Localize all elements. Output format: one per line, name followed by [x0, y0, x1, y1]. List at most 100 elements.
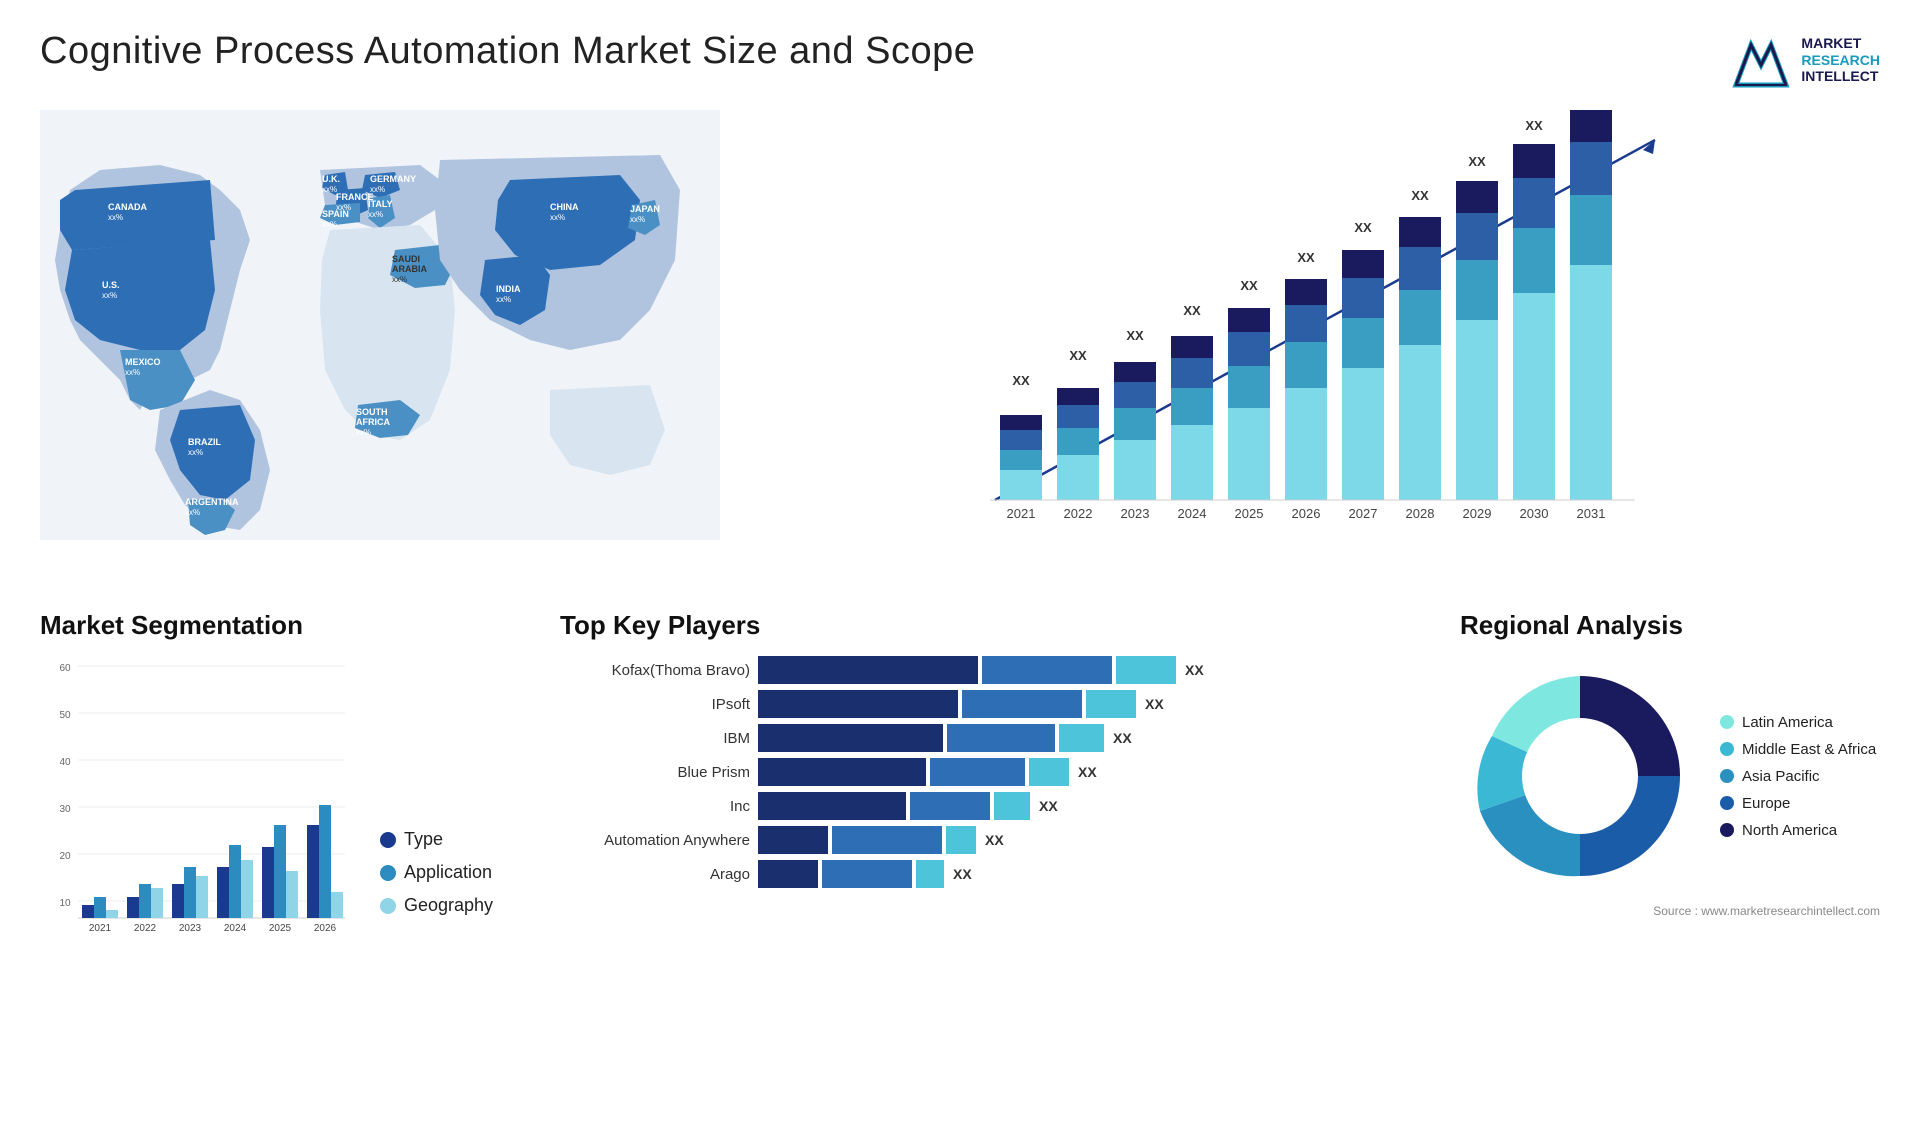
svg-text:INDIA: INDIA [496, 284, 521, 294]
player-row: Inc XX [560, 792, 1440, 820]
regional-container: Latin America Middle East & Africa Asia … [1460, 656, 1880, 896]
logo-research: RESEARCH [1801, 52, 1880, 69]
bar-chart-area: XX XX XX XX [740, 110, 1880, 580]
svg-text:2031: 2031 [1577, 506, 1606, 521]
bar-seg3 [1029, 758, 1069, 786]
legend-type-label: Type [404, 829, 443, 850]
svg-text:XX: XX [1183, 303, 1201, 318]
key-players-area: Top Key Players Kofax(Thoma Bravo) XX IP… [560, 610, 1440, 990]
logo-text: MARKET RESEARCH INTELLECT [1801, 35, 1880, 85]
player-name-blueprism: Blue Prism [560, 764, 750, 781]
bar-seg2 [832, 826, 942, 854]
logo-container: MARKET RESEARCH INTELLECT [1731, 30, 1880, 90]
bar-seg1 [758, 860, 818, 888]
bar-seg1 [758, 690, 958, 718]
svg-text:xx%: xx% [496, 295, 511, 304]
player-bar-ipsoft: XX [758, 690, 1440, 718]
player-name-ipsoft: IPsoft [560, 696, 750, 713]
reg-label-asia: Asia Pacific [1742, 768, 1820, 785]
bar-seg3 [1059, 724, 1104, 752]
player-name-kofax: Kofax(Thoma Bravo) [560, 662, 750, 679]
svg-text:JAPAN: JAPAN [630, 204, 660, 214]
svg-text:XX: XX [1126, 328, 1144, 343]
bar-seg2 [822, 860, 912, 888]
svg-text:GERMANY: GERMANY [370, 174, 416, 184]
reg-dot-mea [1720, 742, 1734, 756]
reg-dot-asia [1720, 769, 1734, 783]
player-name-ibm: IBM [560, 730, 750, 747]
player-row: Arago XX [560, 860, 1440, 888]
bar-seg1 [758, 826, 828, 854]
bar-seg3 [1086, 690, 1136, 718]
svg-text:xx%: xx% [368, 210, 383, 219]
bar-seg2 [910, 792, 990, 820]
player-name-arago: Arago [560, 866, 750, 883]
bar-seg2 [930, 758, 1025, 786]
svg-text:2027: 2027 [1349, 506, 1378, 521]
svg-text:SAUDI: SAUDI [392, 254, 420, 264]
player-bar-automation: XX [758, 826, 1440, 854]
bar-seg1 [758, 724, 943, 752]
reg-dot-northamerica [1720, 823, 1734, 837]
logo-intellect: INTELLECT [1801, 68, 1880, 85]
svg-text:xx%: xx% [102, 291, 117, 300]
player-xx-automation: XX [985, 832, 1004, 848]
svg-text:2022: 2022 [1064, 506, 1093, 521]
page-title: Cognitive Process Automation Market Size… [40, 30, 975, 73]
segmentation-title: Market Segmentation [40, 610, 540, 641]
bar-seg3 [1116, 656, 1176, 684]
player-xx-ibm: XX [1113, 730, 1132, 746]
svg-text:2021: 2021 [89, 923, 112, 934]
svg-text:XX: XX [1240, 278, 1258, 293]
svg-text:2025: 2025 [269, 923, 292, 934]
reg-label-europe: Europe [1742, 795, 1790, 812]
svg-text:2023: 2023 [1121, 506, 1150, 521]
top-section: CANADA xx% U.S. xx% MEXICO xx% BRAZIL xx… [40, 110, 1880, 580]
bar-seg2 [947, 724, 1055, 752]
player-xx-arago: XX [953, 866, 972, 882]
svg-text:XX: XX [1012, 373, 1030, 388]
svg-text:2022: 2022 [134, 923, 157, 934]
legend-application: Application [380, 862, 493, 883]
svg-text:30: 30 [59, 804, 71, 815]
player-row: Kofax(Thoma Bravo) XX [560, 656, 1440, 684]
svg-text:2021: 2021 [1007, 506, 1036, 521]
reg-label-mea: Middle East & Africa [1742, 741, 1876, 758]
svg-text:XX: XX [1069, 348, 1087, 363]
logo-icon [1731, 30, 1791, 90]
map-area: CANADA xx% U.S. xx% MEXICO xx% BRAZIL xx… [40, 110, 720, 580]
bar-seg2 [962, 690, 1082, 718]
reg-legend-northamerica: North America [1720, 822, 1876, 839]
reg-dot-latin [1720, 715, 1734, 729]
bar-seg1 [758, 792, 906, 820]
svg-text:xx%: xx% [322, 220, 337, 229]
svg-text:2026: 2026 [314, 923, 337, 934]
svg-text:2029: 2029 [1463, 506, 1492, 521]
header: Cognitive Process Automation Market Size… [40, 30, 1880, 90]
svg-text:2028: 2028 [1406, 506, 1435, 521]
regional-title: Regional Analysis [1460, 610, 1880, 641]
svg-text:XX: XX [1297, 250, 1315, 265]
legend-application-label: Application [404, 862, 492, 883]
legend-geography-label: Geography [404, 895, 493, 916]
player-row: Automation Anywhere XX [560, 826, 1440, 854]
bar-seg1 [758, 758, 926, 786]
donut-chart [1460, 656, 1700, 896]
bar-seg2 [982, 656, 1112, 684]
key-players-title: Top Key Players [560, 610, 1440, 641]
svg-text:xx%: xx% [185, 508, 200, 517]
main-container: Cognitive Process Automation Market Size… [0, 0, 1920, 1146]
svg-text:ARGENTINA: ARGENTINA [185, 497, 239, 507]
segmentation-area: Market Segmentation 60 50 40 30 20 10 [40, 610, 540, 990]
svg-text:SPAIN: SPAIN [322, 209, 349, 219]
player-name-inc: Inc [560, 798, 750, 815]
svg-text:XX: XX [1354, 220, 1372, 235]
svg-text:50: 50 [59, 710, 71, 721]
growth-bar-chart: XX XX XX XX [740, 110, 1880, 550]
svg-text:40: 40 [59, 757, 71, 768]
svg-text:20: 20 [59, 851, 71, 862]
svg-text:BRAZIL: BRAZIL [188, 437, 221, 447]
svg-text:10: 10 [59, 898, 71, 909]
reg-legend-latin: Latin America [1720, 714, 1876, 731]
player-xx-kofax: XX [1185, 662, 1204, 678]
